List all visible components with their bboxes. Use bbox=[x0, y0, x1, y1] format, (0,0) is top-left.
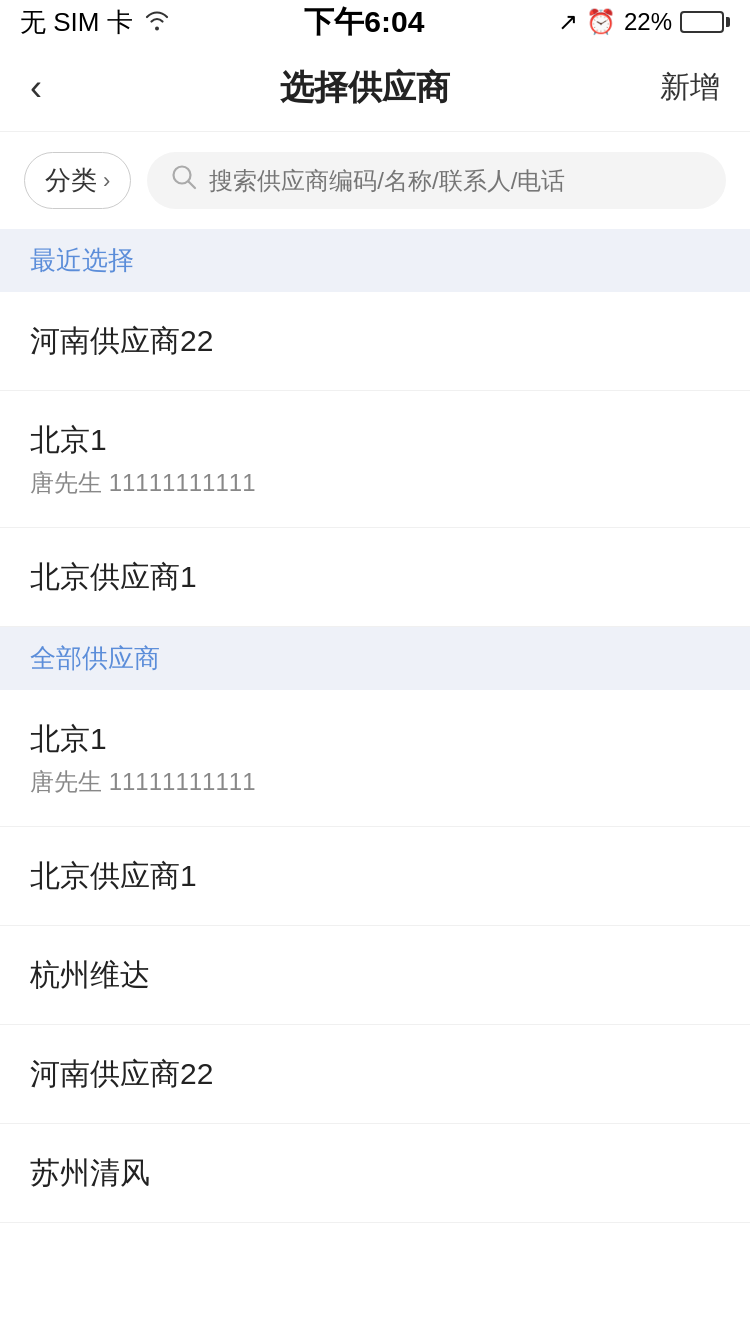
search-icon bbox=[171, 164, 197, 197]
item-name: 苏州清风 bbox=[30, 1152, 720, 1194]
recent-section-label: 最近选择 bbox=[30, 245, 134, 275]
item-name: 河南供应商22 bbox=[30, 320, 720, 362]
item-sub: 唐先生 11111111111 bbox=[30, 766, 720, 798]
list-item[interactable]: 苏州清风 bbox=[0, 1124, 750, 1223]
list-item[interactable]: 杭州维达 bbox=[0, 926, 750, 1025]
item-name: 北京供应商1 bbox=[30, 855, 720, 897]
item-sub: 唐先生 11111111111 bbox=[30, 467, 720, 499]
list-item[interactable]: 北京1 唐先生 11111111111 bbox=[0, 690, 750, 827]
battery-percent: 22% bbox=[624, 8, 672, 36]
list-item[interactable]: 北京供应商1 bbox=[0, 827, 750, 926]
all-section-label: 全部供应商 bbox=[30, 643, 160, 673]
category-label: 分类 bbox=[45, 163, 97, 198]
status-left: 无 SIM 卡 bbox=[20, 5, 171, 40]
wifi-icon bbox=[143, 7, 171, 38]
item-name: 杭州维达 bbox=[30, 954, 720, 996]
search-box[interactable] bbox=[147, 152, 726, 209]
status-bar: 无 SIM 卡 下午6:04 ↗ ⏰ 22% bbox=[0, 0, 750, 44]
location-icon: ↗ bbox=[558, 8, 578, 36]
recent-list: 河南供应商22 北京1 唐先生 11111111111 北京供应商1 bbox=[0, 292, 750, 627]
status-right: ↗ ⏰ 22% bbox=[558, 8, 730, 36]
chevron-down-icon: › bbox=[103, 168, 110, 194]
add-button[interactable]: 新增 bbox=[640, 67, 720, 108]
item-name: 北京供应商1 bbox=[30, 556, 720, 598]
search-input[interactable] bbox=[209, 167, 702, 195]
list-item[interactable]: 河南供应商22 bbox=[0, 1025, 750, 1124]
category-filter[interactable]: 分类 › bbox=[24, 152, 131, 209]
nav-bar: ‹ 选择供应商 新增 bbox=[0, 44, 750, 132]
status-time: 下午6:04 bbox=[304, 2, 424, 43]
list-item[interactable]: 河南供应商22 bbox=[0, 292, 750, 391]
filter-bar: 分类 › bbox=[0, 132, 750, 229]
item-name: 北京1 bbox=[30, 419, 720, 461]
all-suppliers-list: 北京1 唐先生 11111111111 北京供应商1 杭州维达河南供应商22 苏州清风 bbox=[0, 690, 750, 1223]
svg-line-1 bbox=[189, 182, 196, 189]
battery-icon bbox=[680, 11, 730, 33]
all-section-header: 全部供应商 bbox=[0, 627, 750, 690]
sim-status: 无 SIM 卡 bbox=[20, 5, 133, 40]
list-item[interactable]: 北京供应商1 bbox=[0, 528, 750, 627]
recent-section-header: 最近选择 bbox=[0, 229, 750, 292]
page-title: 选择供应商 bbox=[280, 65, 450, 111]
back-button[interactable]: ‹ bbox=[30, 67, 90, 109]
list-item[interactable]: 北京1 唐先生 11111111111 bbox=[0, 391, 750, 528]
item-name: 河南供应商22 bbox=[30, 1053, 720, 1095]
alarm-icon: ⏰ bbox=[586, 8, 616, 36]
item-name: 北京1 bbox=[30, 718, 720, 760]
